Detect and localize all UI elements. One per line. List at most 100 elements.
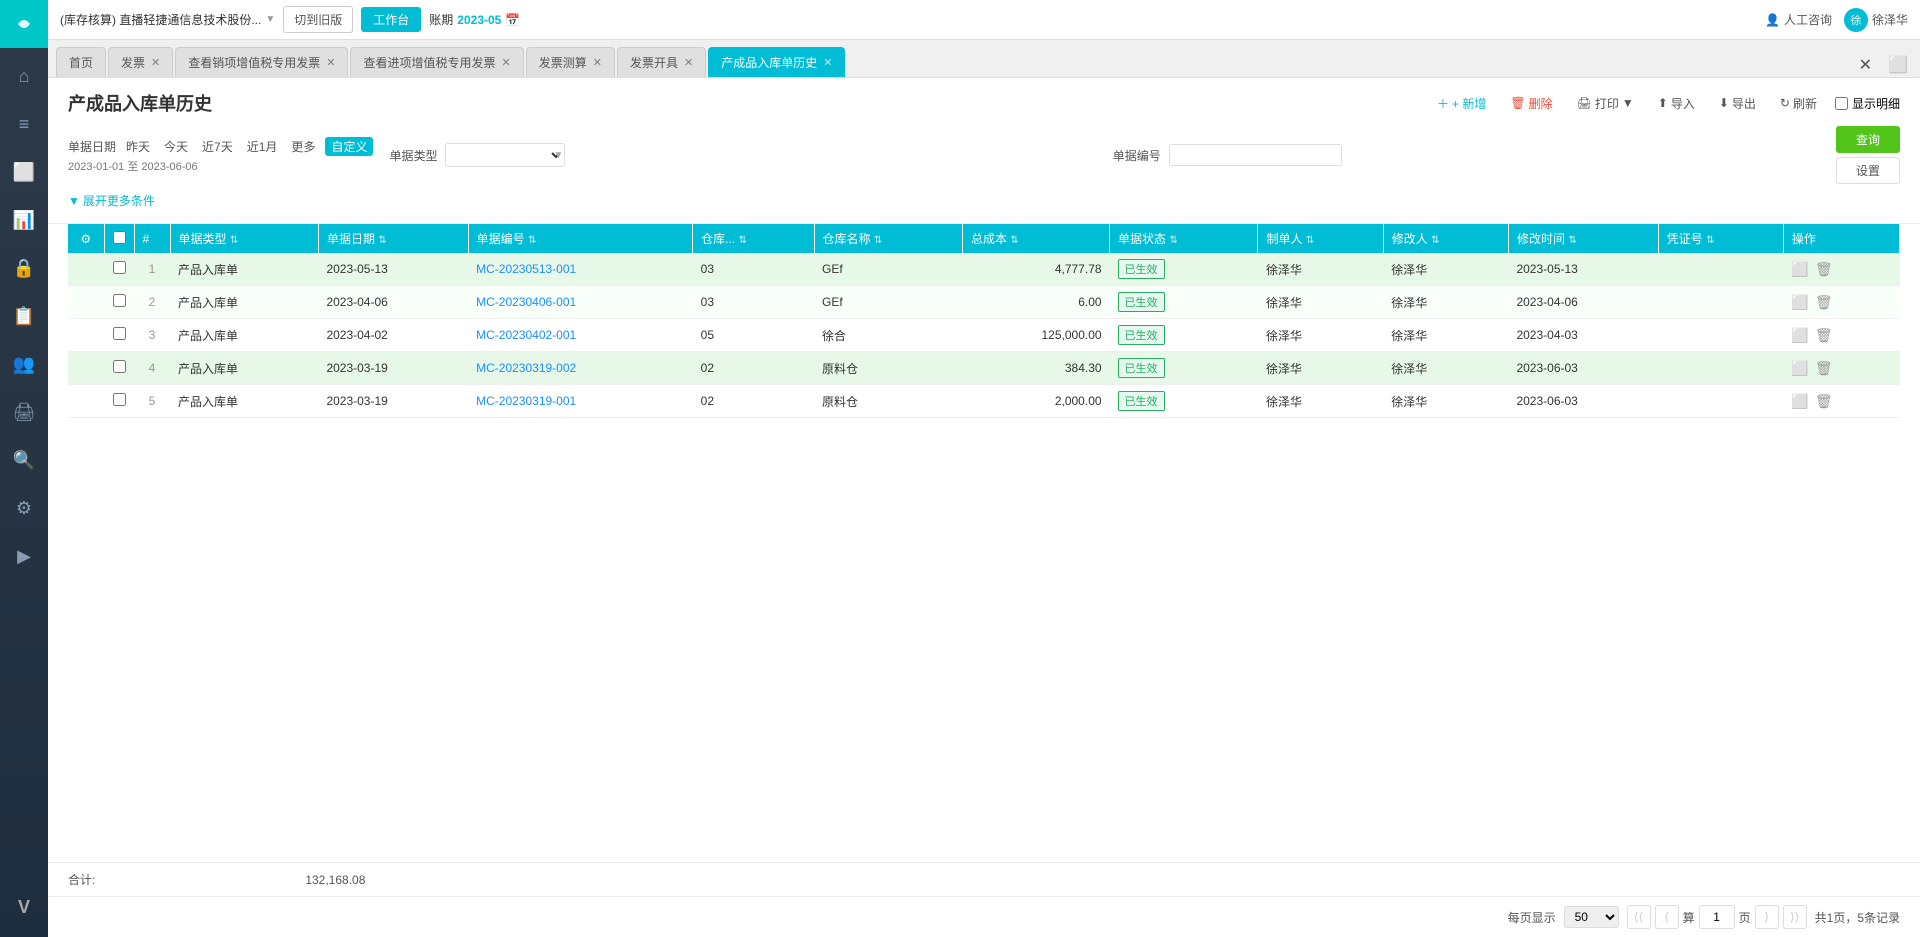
sort-number-icon[interactable]: ⇅ [528,235,536,246]
type-filter-select[interactable] [445,143,565,167]
row-number-0[interactable]: MC-20230513-001 [468,253,693,286]
row-number-link-2[interactable]: MC-20230402-001 [476,328,576,342]
delete-button[interactable]: 🗑 删除 [1504,91,1558,116]
tab-purchase-vat-close[interactable]: ✕ [502,56,511,69]
sidebar-item-people[interactable]: 👥 [0,342,48,386]
row-number-link-1[interactable]: MC-20230406-001 [476,295,576,309]
tab-invoice[interactable]: 发票 ✕ [108,47,173,77]
user-menu[interactable]: 徐 徐泽华 [1844,8,1908,32]
th-checkbox[interactable] [104,224,134,253]
row-checkbox-1[interactable] [104,286,134,319]
row-number-link-0[interactable]: MC-20230513-001 [476,262,576,276]
row-checkbox-3[interactable] [104,352,134,385]
sort-status-icon[interactable]: ⇅ [1169,235,1177,246]
prev-page-button[interactable]: ⟨ [1655,905,1679,929]
row-delete-icon-3[interactable]: 🗑 [1815,360,1833,377]
row-number-link-3[interactable]: MC-20230319-002 [476,361,576,375]
tab-maximize-button[interactable]: ⬜ [1884,53,1912,77]
row-delete-icon-2[interactable]: 🗑 [1815,327,1833,344]
sidebar-item-chart[interactable]: ⬜ [0,150,48,194]
row-checkbox-4[interactable] [104,385,134,418]
select-all-checkbox[interactable] [113,231,126,244]
row-edit-icon-3[interactable]: ⬜ [1791,360,1808,377]
tab-purchase-vat[interactable]: 查看进项增值税专用发票 ✕ [350,47,523,77]
tab-sales-vat-close[interactable]: ✕ [326,56,335,69]
sort-date-icon[interactable]: ⇅ [378,235,386,246]
tab-close-all-button[interactable]: ✕ [1855,53,1876,77]
sort-wname-icon[interactable]: ⇅ [874,235,882,246]
export-button[interactable]: ⬇ 导出 [1713,91,1762,116]
new-button[interactable]: ＋ + 新增 [1431,91,1492,116]
row-number-4[interactable]: MC-20230319-001 [468,385,693,418]
row-delete-icon-0[interactable]: 🗑 [1815,261,1833,278]
shortcut-1month[interactable]: 近1月 [243,137,282,156]
tab-invoice-calc[interactable]: 发票测算 ✕ [526,47,615,77]
tab-product-history[interactable]: 产成品入库单历史 ✕ [708,47,845,77]
sidebar-item-v[interactable]: V [0,885,48,929]
sidebar-item-search[interactable]: 🔍 [0,438,48,482]
row-delete-icon-4[interactable]: 🗑 [1815,393,1833,410]
sort-wcode-icon[interactable]: ⇅ [739,235,747,246]
sidebar-item-inbox[interactable]: 📋 [0,294,48,338]
expand-more-button[interactable]: ▼ 展开更多条件 [68,188,1900,213]
tab-invoice-close[interactable]: ✕ [151,56,160,69]
sidebar-item-stats[interactable]: 📊 [0,198,48,242]
row-delete-icon-1[interactable]: 🗑 [1815,294,1833,311]
show-details-toggle[interactable]: 显示明细 [1835,95,1900,112]
restore-button[interactable]: 切到旧版 [283,6,353,33]
next-page-button[interactable]: ⟩ [1755,905,1779,929]
sidebar-item-docs[interactable]: ≡ [0,102,48,146]
row-check-1[interactable] [113,294,126,307]
import-button[interactable]: ⬆ 导入 [1652,91,1701,116]
shortcut-custom[interactable]: 自定义 [325,137,373,156]
shortcut-7days[interactable]: 近7天 [198,137,237,156]
service-link[interactable]: 👤 人工咨询 [1765,11,1832,28]
page-input[interactable] [1699,905,1735,929]
show-details-checkbox[interactable] [1835,97,1848,110]
last-page-button[interactable]: ⟩⟩ [1783,905,1807,929]
sort-creator-icon[interactable]: ⇅ [1306,235,1314,246]
row-check-3[interactable] [113,360,126,373]
tab-sales-vat[interactable]: 查看销项增值税专用发票 ✕ [175,47,348,77]
sidebar-item-print[interactable]: 🖨 [0,390,48,434]
row-edit-icon-4[interactable]: ⬜ [1791,393,1808,410]
row-number-3[interactable]: MC-20230319-002 [468,352,693,385]
row-edit-icon-2[interactable]: ⬜ [1791,327,1808,344]
sidebar-item-gear[interactable]: ⚙ [0,486,48,530]
row-number-2[interactable]: MC-20230402-001 [468,319,693,352]
sort-voucher-icon[interactable]: ⇅ [1706,235,1714,246]
tab-invoice-open-close[interactable]: ✕ [684,56,693,69]
sidebar-item-home[interactable]: ⌂ [0,54,48,98]
workbench-button[interactable]: 工作台 [361,7,421,32]
tab-home[interactable]: 首页 [56,47,106,77]
sidebar-item-play[interactable]: ▶ [0,534,48,578]
tab-invoice-open[interactable]: 发票开具 ✕ [617,47,706,77]
row-edit-icon-0[interactable]: ⬜ [1791,261,1808,278]
per-page-select[interactable]: 50 100 200 [1564,906,1619,928]
tab-product-history-close[interactable]: ✕ [823,56,832,69]
row-checkbox-2[interactable] [104,319,134,352]
first-page-button[interactable]: ⟨⟨ [1627,905,1651,929]
row-check-4[interactable] [113,393,126,406]
row-check-0[interactable] [113,261,126,274]
row-edit-icon-1[interactable]: ⬜ [1791,294,1808,311]
sort-type-icon[interactable]: ⇅ [230,235,238,246]
sidebar-item-lock[interactable]: 🔒 [0,246,48,290]
row-checkbox-0[interactable] [104,253,134,286]
tab-invoice-calc-close[interactable]: ✕ [593,56,602,69]
sort-modifier-icon[interactable]: ⇅ [1431,235,1439,246]
settings-button[interactable]: 设置 [1836,157,1900,184]
number-filter-input[interactable] [1169,144,1342,166]
th-settings[interactable]: ⚙ [68,224,104,253]
row-number-1[interactable]: MC-20230406-001 [468,286,693,319]
shortcut-today[interactable]: 今天 [160,137,192,156]
sort-cost-icon[interactable]: ⇅ [1010,235,1018,246]
print-button[interactable]: 🖨 打印 ▼ [1571,91,1640,116]
refresh-button[interactable]: ↻ 刷新 [1774,91,1823,116]
row-number-link-4[interactable]: MC-20230319-001 [476,394,576,408]
shortcut-more[interactable]: 更多 [287,137,319,156]
query-button[interactable]: 查询 [1836,126,1900,153]
shortcut-yesterday[interactable]: 昨天 [122,137,154,156]
sort-mtime-icon[interactable]: ⇅ [1568,235,1576,246]
row-check-2[interactable] [113,327,126,340]
